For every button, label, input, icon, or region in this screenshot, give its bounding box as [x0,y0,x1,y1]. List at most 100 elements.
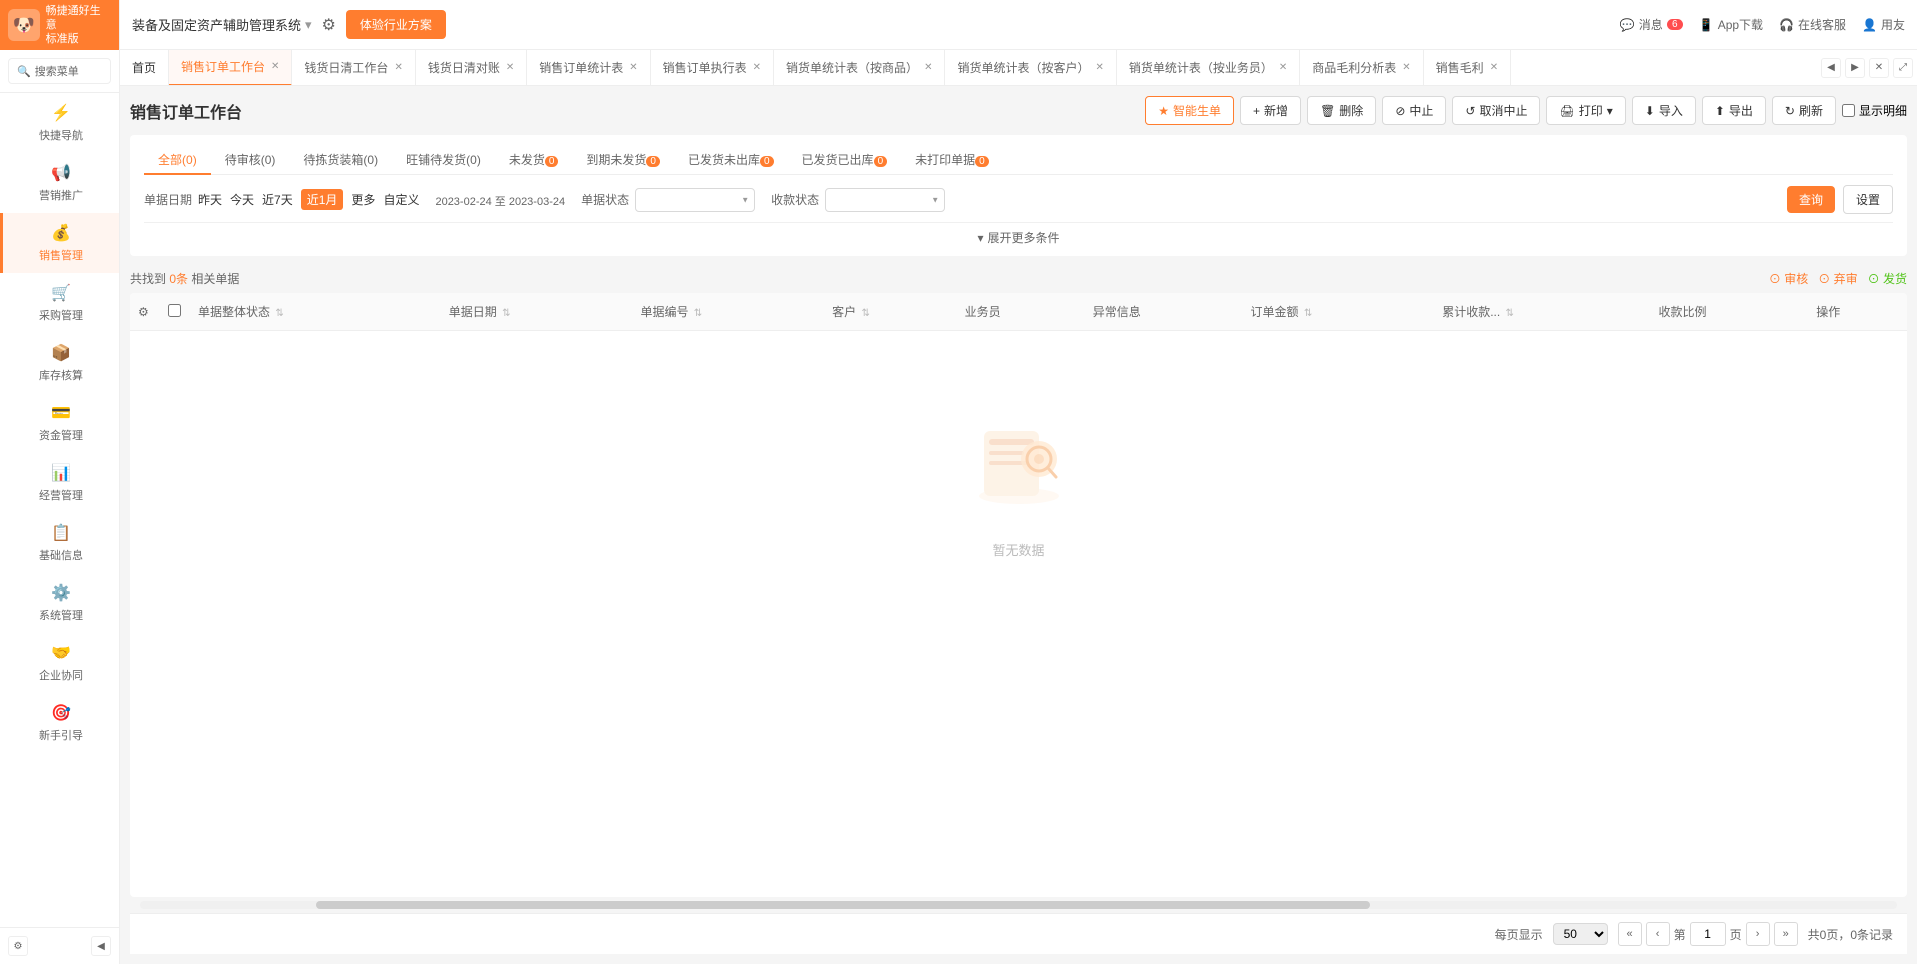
filter-tab-all[interactable]: 全部(0) [144,145,211,174]
tabs-prev-button[interactable]: ◀ [1821,58,1841,78]
scroll-thumb[interactable] [316,901,1370,909]
filter-tab-wangpu-ship[interactable]: 旺铺待发货(0) [392,145,495,174]
page-size-select[interactable]: 50 10 20 100 [1553,923,1608,945]
tab-close-sales-profit[interactable]: ✕ [1490,62,1498,73]
filter-settings-button[interactable]: 设置 [1843,185,1893,214]
tab-close-cash-reconcile[interactable]: ✕ [506,62,514,73]
sidebar-item-cooperation[interactable]: 🤝 企业协同 [0,633,119,693]
query-button[interactable]: 查询 [1787,186,1835,213]
tab-home[interactable]: 首页 [120,50,169,86]
filter-tab-shipped-not-out[interactable]: 已发货未出库0 [674,145,788,174]
sort-number-icon[interactable]: ⇅ [694,308,702,319]
cancel-suspend-button[interactable]: ↺ 取消中止 [1452,96,1540,125]
date-opt-1month[interactable]: 近1月 [301,189,344,210]
tab-sales-profit[interactable]: 销售毛利 ✕ [1424,50,1511,86]
filter-tab-expired-unship[interactable]: 到期未发货0 [572,145,674,174]
sort-customer-icon[interactable]: ⇅ [861,308,869,319]
tab-sales-summary-staff[interactable]: 销货单统计表（按业务员） ✕ [1117,50,1300,86]
date-opt-7days[interactable]: 近7天 [262,191,293,208]
topbar-settings-icon[interactable]: ⚙ [322,15,336,35]
date-opt-today[interactable]: 今天 [230,191,254,208]
show-detail-checkbox[interactable] [1842,104,1855,117]
sidebar-collapse-button[interactable]: ◀ [91,936,111,956]
cancel-review-icon: ⊙ [1818,272,1830,286]
status-filter-label: 单据状态 [581,191,629,208]
add-button[interactable]: + 新增 [1240,96,1301,125]
print-button[interactable]: 🖨 打印 ▾ [1546,96,1625,125]
sort-date-icon[interactable]: ⇅ [502,308,510,319]
filter-tab-pending-review[interactable]: 待审核(0) [211,145,290,174]
sort-amount-icon[interactable]: ⇅ [1304,308,1312,319]
filter-tab-pending-inspect[interactable]: 待拣货装箱(0) [289,145,392,174]
messages-button[interactable]: 💬 消息 6 [1620,16,1683,33]
export-button[interactable]: ⬆ 导出 [1702,96,1766,125]
sidebar-item-system[interactable]: ⚙️ 系统管理 [0,573,119,633]
tab-close-sales-summary-staff[interactable]: ✕ [1279,62,1287,73]
tab-close-sales-workbench[interactable]: ✕ [271,61,279,72]
empty-text: 暂无数据 [992,540,1044,559]
user-menu-button[interactable]: 👤 用友 [1862,16,1905,33]
expand-filter-button[interactable]: ▾ 展开更多条件 [977,229,1059,246]
tabs-close-all-button[interactable]: ✕ [1869,58,1889,78]
app-download-button[interactable]: 📱 App下载 [1699,16,1763,33]
table-col-settings[interactable]: ⚙ [130,293,160,331]
sidebar-item-marketing[interactable]: 📢 营销推广 [0,153,119,213]
payment-select[interactable] [825,188,945,212]
table-col-checkbox[interactable] [160,293,190,331]
last-page-button[interactable]: » [1774,922,1798,946]
refresh-button[interactable]: ↻ 刷新 [1772,96,1836,125]
sidebar-item-inventory[interactable]: 📦 库存核算 [0,333,119,393]
tab-sales-exec[interactable]: 销售订单执行表 ✕ [651,50,774,86]
first-page-button[interactable]: « [1618,922,1642,946]
suspend-button[interactable]: ⊘ 中止 [1382,96,1446,125]
sidebar-settings-button[interactable]: ⚙ [8,936,28,956]
search-menu-button[interactable]: 🔍 搜索菜单 [8,58,111,84]
tabs-fullscreen-button[interactable]: ⤢ [1893,58,1913,78]
sort-status-icon[interactable]: ⇅ [275,308,283,319]
tab-close-sales-summary-product[interactable]: ✕ [924,62,932,73]
delete-button[interactable]: 🗑 删除 [1307,96,1376,125]
sidebar-item-guide[interactable]: 🎯 新手引导 [0,693,119,753]
tab-sales-summary-customer[interactable]: 销货单统计表（按客户） ✕ [945,50,1116,86]
horizontal-scrollbar[interactable] [140,901,1897,909]
review-action[interactable]: ⊙ 审核 [1769,270,1808,287]
smart-create-button[interactable]: ★ 智能生单 [1145,96,1234,125]
tab-close-sales-summary-customer[interactable]: ✕ [1095,62,1103,73]
date-opt-more[interactable]: 更多 [351,191,375,208]
page-number-input[interactable] [1690,922,1726,946]
tab-sales-workbench[interactable]: 销售订单工作台 ✕ [169,50,292,86]
sidebar-item-finance[interactable]: 💳 资金管理 [0,393,119,453]
sidebar-item-quick-nav[interactable]: ⚡ 快捷导航 [0,93,119,153]
select-all-checkbox[interactable] [168,304,181,317]
import-button[interactable]: ⬇ 导入 [1632,96,1696,125]
sort-received-icon[interactable]: ⇅ [1506,308,1514,319]
next-page-button[interactable]: › [1746,922,1770,946]
date-opt-yesterday[interactable]: 昨天 [198,191,222,208]
prev-page-button[interactable]: ‹ [1646,922,1670,946]
cancel-review-action[interactable]: ⊙ 弃审 [1818,270,1857,287]
filter-tab-not-printed[interactable]: 未打印单据0 [901,145,1003,174]
sidebar-item-operations[interactable]: 📊 经营管理 [0,453,119,513]
system-icon: ⚙️ [51,583,71,603]
status-select[interactable] [635,188,755,212]
sidebar-item-sales[interactable]: 💰 销售管理 [0,213,119,273]
tab-close-cash-daily[interactable]: ✕ [394,62,402,73]
filter-tab-shipped-out[interactable]: 已发货已出库0 [788,145,902,174]
tab-close-sales-stats[interactable]: ✕ [629,62,637,73]
tab-cash-reconcile[interactable]: 钱货日清对账 ✕ [416,50,527,86]
date-opt-custom[interactable]: 自定义 [383,191,419,208]
online-service-button[interactable]: 🎧 在线客服 [1779,16,1846,33]
filter-tab-not-shipped[interactable]: 未发货0 [495,145,573,174]
sidebar-item-basic-info[interactable]: 📋 基础信息 [0,513,119,573]
tab-sales-summary-product[interactable]: 销货单统计表（按商品） ✕ [774,50,945,86]
tab-gross-margin[interactable]: 商品毛利分析表 ✕ [1300,50,1423,86]
tabs-next-button[interactable]: ▶ [1845,58,1865,78]
solution-button[interactable]: 体验行业方案 [346,10,446,39]
tab-cash-daily[interactable]: 钱货日清工作台 ✕ [292,50,415,86]
tab-sales-stats[interactable]: 销售订单统计表 ✕ [527,50,650,86]
show-detail-checkbox-label[interactable]: 显示明细 [1842,102,1907,119]
tab-close-sales-exec[interactable]: ✕ [753,62,761,73]
sidebar-item-purchase[interactable]: 🛒 采购管理 [0,273,119,333]
tab-close-gross-margin[interactable]: ✕ [1402,62,1410,73]
ship-action[interactable]: ⊙ 发货 [1868,270,1907,287]
